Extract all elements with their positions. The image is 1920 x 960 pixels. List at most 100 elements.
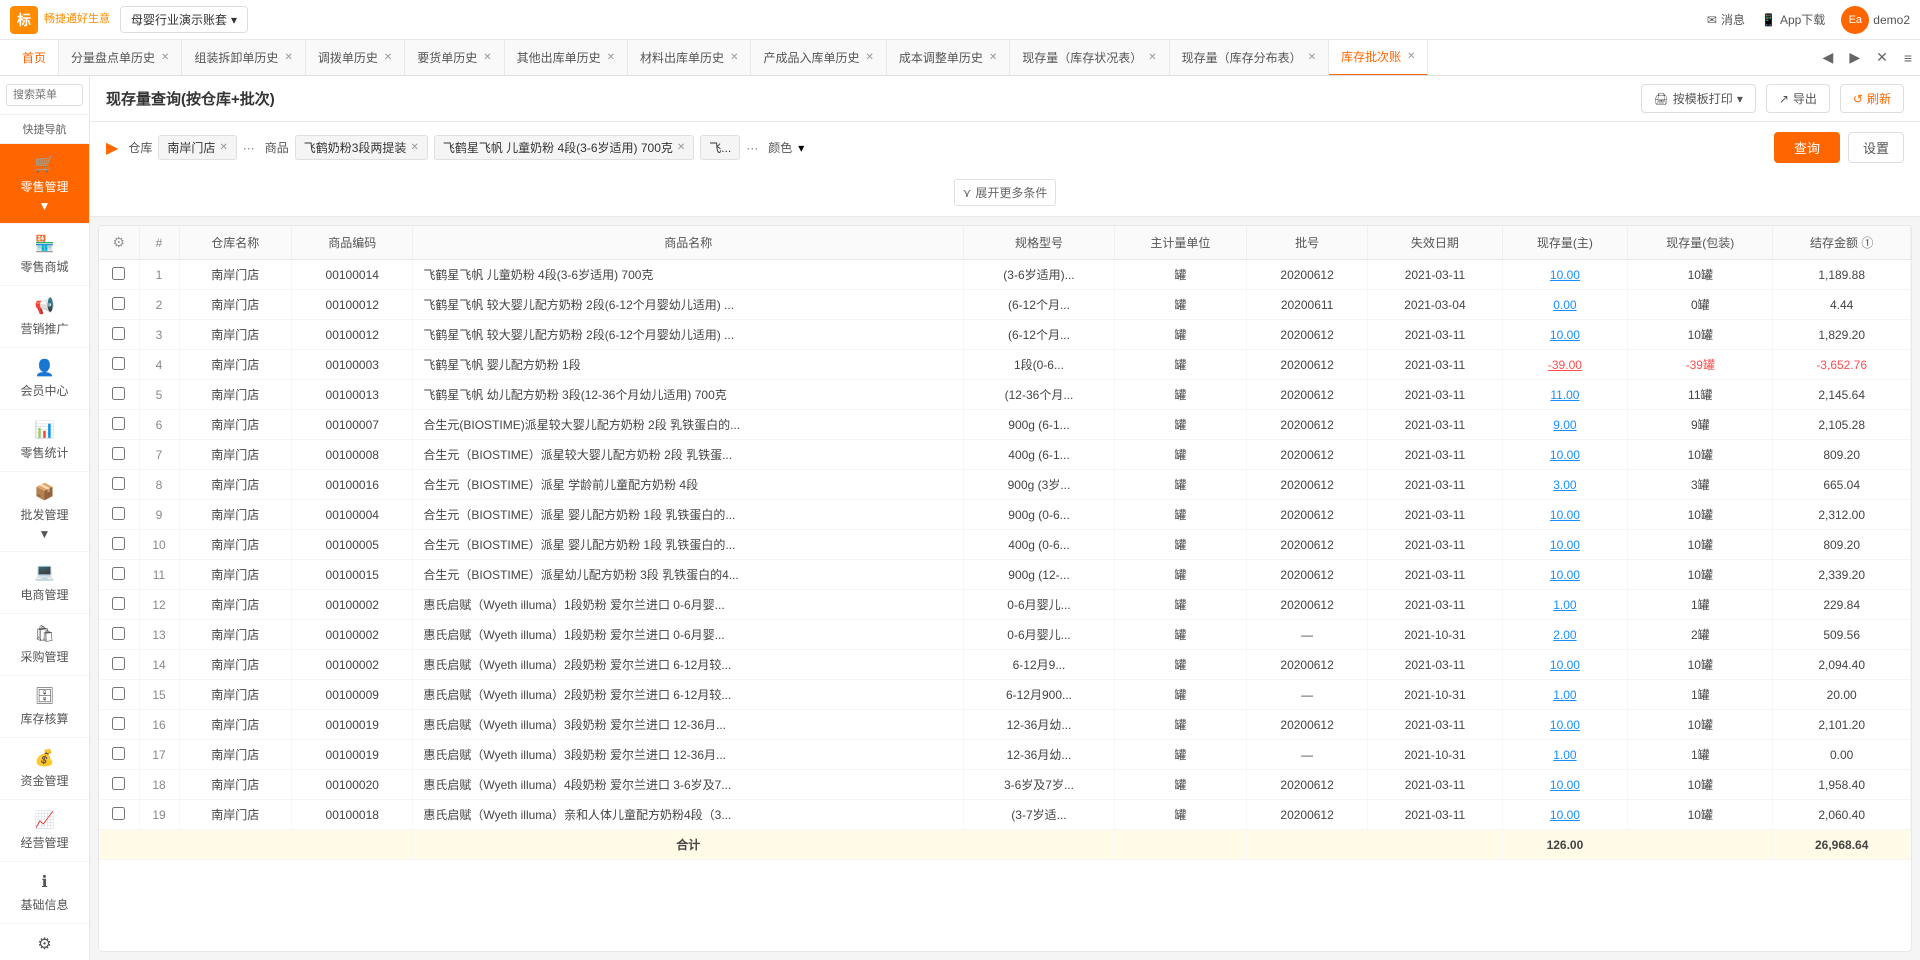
td-qty-main[interactable]: 10.00 <box>1502 320 1628 350</box>
td-qty-main[interactable]: -39.00 <box>1502 350 1628 380</box>
td-qty-main[interactable]: 1.00 <box>1502 590 1628 620</box>
gear-icon[interactable]: ⚙ <box>112 234 125 250</box>
query-button[interactable]: 查询 <box>1774 132 1840 163</box>
td-qty-main[interactable]: 1.00 <box>1502 740 1628 770</box>
tab-prev-icon[interactable]: ◀ <box>1815 49 1842 66</box>
td-qty-main[interactable]: 10.00 <box>1502 440 1628 470</box>
row-checkbox[interactable] <box>112 717 125 730</box>
sidebar-item-retail-management[interactable]: 🛒 零售管理 ▼ <box>0 144 89 224</box>
sidebar-item-inventory[interactable]: 🗄 库存核算 <box>0 676 89 738</box>
sidebar-item-ecommerce[interactable]: 💻 电商管理 <box>0 552 89 614</box>
message-action[interactable]: ✉ 消息 <box>1707 11 1745 28</box>
row-checkbox[interactable] <box>112 297 125 310</box>
expand-more-conditions-button[interactable]: ⋎ 展开更多条件 <box>954 179 1057 206</box>
tab-kucun1[interactable]: 现存量（库存状况表） ✕ <box>1010 40 1169 76</box>
tab-next-icon[interactable]: ▶ <box>1841 49 1868 66</box>
tab-qita[interactable]: 其他出库单历史 ✕ <box>505 40 628 76</box>
row-checkbox[interactable] <box>112 807 125 820</box>
row-checkbox[interactable] <box>112 357 125 370</box>
tag-close-icon[interactable]: ✕ <box>219 142 227 153</box>
td-qty-main[interactable]: 0.00 <box>1502 290 1628 320</box>
sidebar-item-finance[interactable]: 💰 资金管理 <box>0 738 89 800</box>
tab-zuhe[interactable]: 组装拆卸单历史 ✕ <box>182 40 305 76</box>
row-checkbox[interactable] <box>112 417 125 430</box>
tab-close-all-icon[interactable]: ✕ <box>1868 49 1896 66</box>
tab-close-icon[interactable]: ✕ <box>1407 51 1415 62</box>
sidebar-item-operations[interactable]: 📈 经营管理 <box>0 800 89 862</box>
sidebar-item-system[interactable]: ⚙ 系统管理 <box>0 924 89 960</box>
tab-close-icon[interactable]: ✕ <box>384 52 392 63</box>
sidebar-item-purchase[interactable]: 🛍 采购管理 <box>0 614 89 676</box>
warehouse-tag[interactable]: 南岸门店 ✕ <box>158 135 236 160</box>
sidebar-quick-nav[interactable]: 快捷导航 <box>0 115 89 144</box>
row-checkbox[interactable] <box>112 627 125 640</box>
tab-yaohuo[interactable]: 要货单历史 ✕ <box>405 40 504 76</box>
tab-kucun2[interactable]: 现存量（库存分布表） ✕ <box>1170 40 1329 76</box>
td-qty-main[interactable]: 1.00 <box>1502 680 1628 710</box>
td-qty-main[interactable]: 10.00 <box>1502 530 1628 560</box>
app-download-action[interactable]: 📱 App下载 <box>1761 11 1825 28</box>
sidebar-item-marketing[interactable]: 📢 营销推广 <box>0 286 89 348</box>
tab-close-icon[interactable]: ✕ <box>1148 52 1156 63</box>
tab-chanpin[interactable]: 产成品入库单历史 ✕ <box>751 40 886 76</box>
product-more-icon[interactable]: ··· <box>746 141 758 155</box>
tab-kucun-pici[interactable]: 库存批次账 ✕ <box>1329 40 1428 76</box>
color-dropdown-icon[interactable]: ▾ <box>798 141 804 155</box>
row-checkbox[interactable] <box>112 597 125 610</box>
sidebar-item-wholesale[interactable]: 📦 批发管理 ▼ <box>0 472 89 552</box>
td-qty-main[interactable]: 10.00 <box>1502 650 1628 680</box>
user-area[interactable]: Ea demo2 <box>1841 6 1910 34</box>
row-checkbox[interactable] <box>112 657 125 670</box>
td-qty-main[interactable]: 10.00 <box>1502 260 1628 290</box>
tab-close-icon[interactable]: ✕ <box>730 52 738 63</box>
row-checkbox[interactable] <box>112 327 125 340</box>
row-checkbox[interactable] <box>112 387 125 400</box>
td-qty-main[interactable]: 10.00 <box>1502 770 1628 800</box>
td-qty-main[interactable]: 2.00 <box>1502 620 1628 650</box>
td-qty-main[interactable]: 11.00 <box>1502 380 1628 410</box>
warehouse-more-icon[interactable]: ··· <box>243 141 255 155</box>
row-checkbox[interactable] <box>112 507 125 520</box>
tab-close-icon[interactable]: ✕ <box>1308 52 1316 63</box>
row-checkbox[interactable] <box>112 477 125 490</box>
tab-diaopo[interactable]: 调拨单历史 ✕ <box>306 40 405 76</box>
tag-close-icon[interactable]: ✕ <box>410 142 418 153</box>
row-checkbox[interactable] <box>112 747 125 760</box>
tab-close-icon[interactable]: ✕ <box>284 52 292 63</box>
td-qty-main[interactable]: 10.00 <box>1502 710 1628 740</box>
td-qty-main[interactable]: 10.00 <box>1502 560 1628 590</box>
row-checkbox[interactable] <box>112 447 125 460</box>
tab-fenpan[interactable]: 分量盘点单历史 ✕ <box>59 40 182 76</box>
template-print-button[interactable]: 🖨 按模板打印 ▾ <box>1641 84 1756 113</box>
row-checkbox[interactable] <box>112 567 125 580</box>
tab-close-icon[interactable]: ✕ <box>865 52 873 63</box>
store-selector[interactable]: 母婴行业演示账套 ▾ <box>120 6 248 33</box>
product-tag-2[interactable]: 飞鹤星飞帆 儿童奶粉 4段(3-6岁适用) 700克 ✕ <box>434 135 694 160</box>
sidebar-item-member[interactable]: 👤 会员中心 <box>0 348 89 410</box>
td-qty-main[interactable]: 9.00 <box>1502 410 1628 440</box>
row-checkbox[interactable] <box>112 777 125 790</box>
td-qty-main[interactable]: 10.00 <box>1502 800 1628 830</box>
tab-close-icon[interactable]: ✕ <box>989 52 997 63</box>
tab-close-icon[interactable]: ✕ <box>607 52 615 63</box>
tag-close-icon[interactable]: ✕ <box>677 142 685 153</box>
sidebar-item-basics[interactable]: ℹ 基础信息 <box>0 862 89 924</box>
search-input[interactable] <box>6 84 83 106</box>
settings-button[interactable]: 设置 <box>1848 132 1904 163</box>
tab-close-icon[interactable]: ✕ <box>483 52 491 63</box>
filter-expand-icon[interactable]: ▶ <box>106 138 118 158</box>
sidebar-item-retail-stats[interactable]: 📊 零售统计 <box>0 410 89 472</box>
tab-menu-icon[interactable]: ≡ <box>1896 50 1920 66</box>
row-checkbox[interactable] <box>112 537 125 550</box>
row-checkbox[interactable] <box>112 687 125 700</box>
product-tag-more[interactable]: 飞... <box>700 135 740 160</box>
product-tag-1[interactable]: 飞鹤奶粉3段两提装 ✕ <box>295 135 428 160</box>
export-button[interactable]: ↗ 导出 <box>1766 84 1830 113</box>
tab-chengben[interactable]: 成本调整单历史 ✕ <box>887 40 1010 76</box>
td-qty-main[interactable]: 3.00 <box>1502 470 1628 500</box>
tab-home[interactable]: 首页 <box>10 40 59 76</box>
tab-cailiao[interactable]: 材料出库单历史 ✕ <box>628 40 751 76</box>
sidebar-item-retail-shop[interactable]: 🏪 零售商城 <box>0 224 89 286</box>
refresh-button[interactable]: ↺ 刷新 <box>1840 84 1904 113</box>
tab-close-icon[interactable]: ✕ <box>161 52 169 63</box>
